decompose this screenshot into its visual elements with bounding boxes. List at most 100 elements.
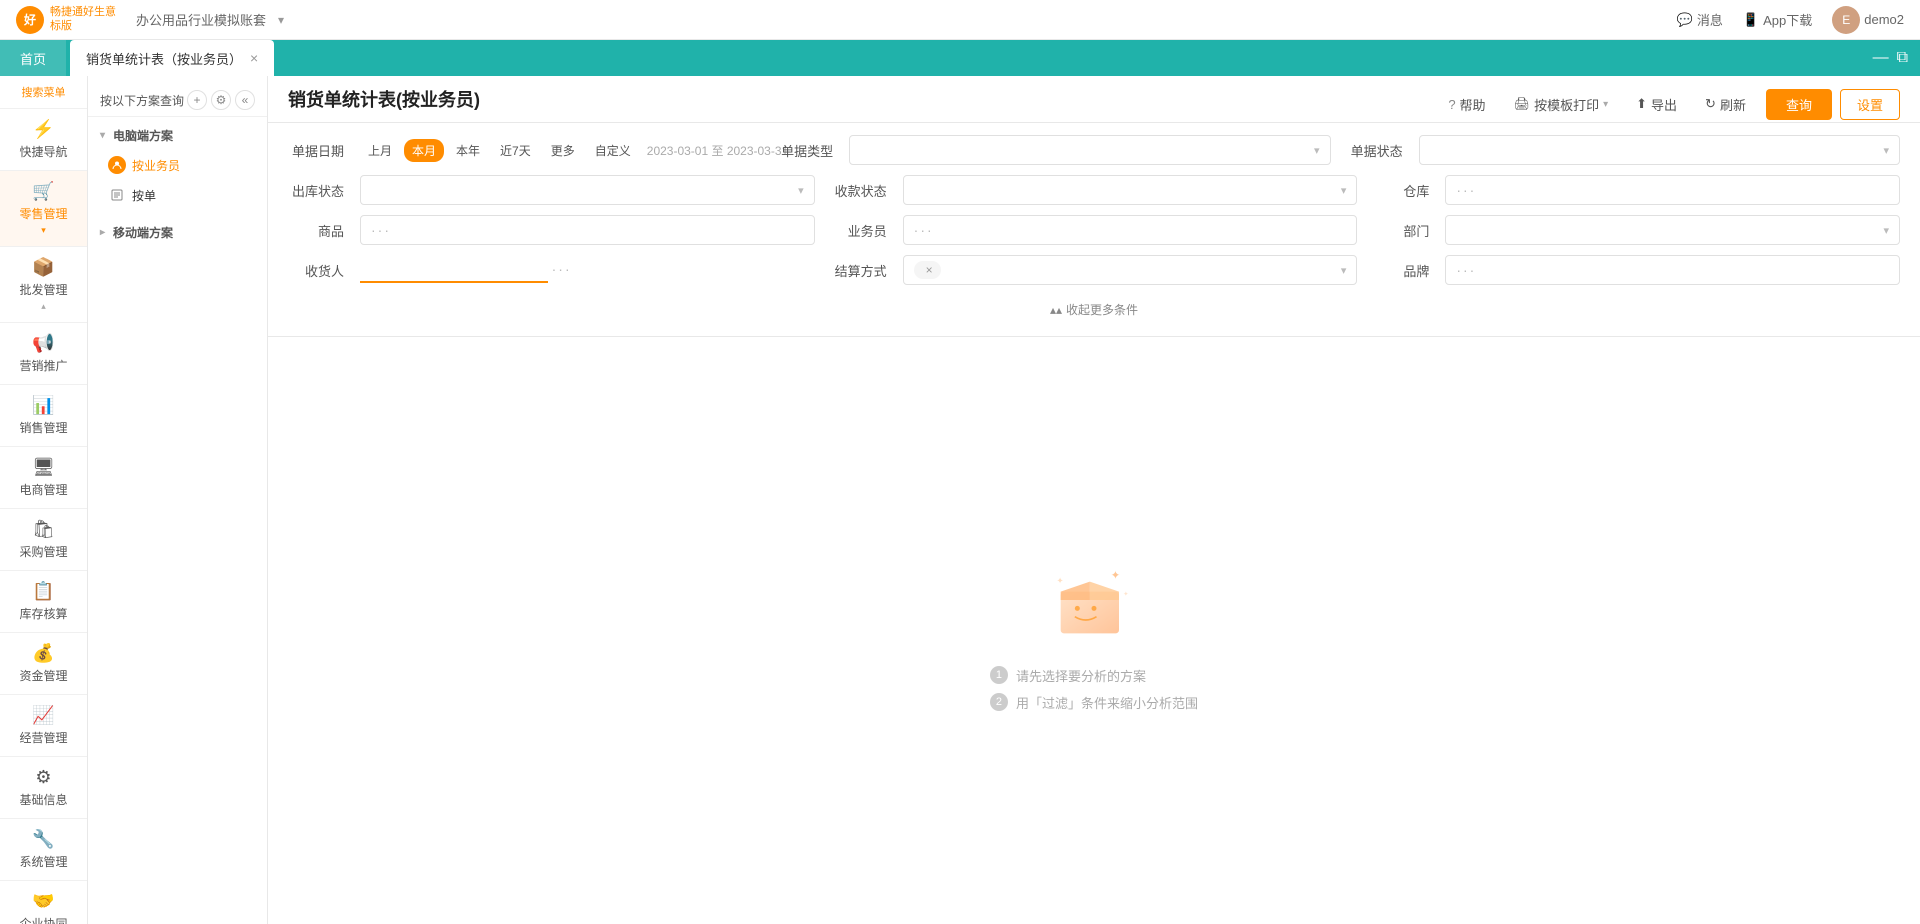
date-tab-last-month[interactable]: 上月 xyxy=(360,139,400,162)
scheme-panel-header: 按以下方案查询 + ⚙ « xyxy=(88,84,267,117)
settings-button[interactable]: 设置 xyxy=(1840,89,1900,120)
sidebar-item-sales[interactable]: 📊 销售管理 xyxy=(0,385,87,447)
sidebar-item-retail[interactable]: 🛒 零售管理 ▾ xyxy=(0,171,87,247)
main-layout: 搜索菜单 ⚡ 快捷导航 🛒 零售管理 ▾ 📦 批发管理 ▴ 📢 营销推广 📊 销… xyxy=(0,76,1920,924)
wholesale-arrow: ▴ xyxy=(41,301,46,312)
brand-dots: ··· xyxy=(1456,262,1476,278)
doc-type-select[interactable]: ▾ xyxy=(849,135,1330,165)
sidebar-item-system[interactable]: 🔧 系统管理 xyxy=(0,819,87,881)
help-button[interactable]: ? 帮助 xyxy=(1440,91,1493,118)
date-tab-more[interactable]: 更多 xyxy=(543,139,583,162)
collapse-conditions-button[interactable]: ▴▴ 收起更多条件 xyxy=(288,295,1900,324)
sidebar-item-finance[interactable]: 💰 资金管理 xyxy=(0,633,87,695)
consignee-control: ··· xyxy=(360,258,815,283)
tab-restore-button[interactable]: ⧉ xyxy=(1897,49,1908,67)
settlement-select[interactable]: × ▾ xyxy=(903,255,1358,285)
app-title: 办公用品行业模拟账套 xyxy=(136,10,266,29)
svg-text:✦: ✦ xyxy=(1111,569,1121,582)
doc-status-control: ▾ xyxy=(1419,135,1900,165)
purchase-icon: 🛍 xyxy=(32,519,55,540)
warehouse-dots: ··· xyxy=(1456,182,1476,198)
out-status-label: 出库状态 xyxy=(288,181,344,200)
dept-select[interactable]: ▾ xyxy=(1445,215,1900,245)
scheme-group-mobile-title[interactable]: ▸ 移动端方案 xyxy=(88,218,267,247)
product-dots: ··· xyxy=(371,222,391,238)
inventory-icon: 📋 xyxy=(32,581,54,602)
sidebar-item-ecommerce[interactable]: 🖥 电商管理 xyxy=(0,447,87,509)
doc-status-select[interactable]: ▾ xyxy=(1419,135,1900,165)
collapse-icon: ▴▴ xyxy=(1050,303,1062,317)
user-profile[interactable]: E demo2 xyxy=(1832,6,1904,34)
retail-icon: 🛒 xyxy=(32,181,54,202)
out-status-control: ▾ xyxy=(360,175,815,205)
tab-sales-stats[interactable]: 销货单统计表（按业务员） × xyxy=(70,40,274,76)
collect-status-arrow: ▾ xyxy=(1341,184,1347,197)
collect-status-label: 收款状态 xyxy=(831,181,887,200)
date-tabs: 上月 本月 本年 近7天 更多 自定义 2023-03-01 至 2023-03… xyxy=(360,139,788,162)
sidebar-item-marketing[interactable]: 📢 营销推广 xyxy=(0,323,87,385)
scheme-group-desktop: ▾ 电脑端方案 按业务员 按单 xyxy=(88,117,267,214)
print-button[interactable]: 🖨 按模板打印 ▾ xyxy=(1506,91,1617,118)
settlement-control: × ▾ xyxy=(903,255,1358,285)
tab-home[interactable]: 首页 xyxy=(0,40,66,76)
sidebar: 搜索菜单 ⚡ 快捷导航 🛒 零售管理 ▾ 📦 批发管理 ▴ 📢 营销推广 📊 销… xyxy=(0,76,88,924)
app-title-dropdown[interactable]: ▾ xyxy=(278,13,284,27)
topbar-left: 好 畅捷通好生意 标版 办公用品行业模拟账套 ▾ xyxy=(16,6,284,34)
warehouse-select[interactable]: ··· xyxy=(1445,175,1900,205)
print-dropdown-icon: ▾ xyxy=(1603,99,1608,110)
collect-status-select[interactable]: ▾ xyxy=(903,175,1358,205)
filter-row-3: 商品 ··· 业务员 ··· 部门 xyxy=(288,215,1900,245)
scheme-settings-button[interactable]: ⚙ xyxy=(211,90,231,110)
sidebar-search[interactable]: 搜索菜单 xyxy=(0,76,87,109)
consignee-dots[interactable]: ··· xyxy=(552,261,572,277)
staff-select[interactable]: ··· xyxy=(903,215,1358,245)
consignee-input[interactable] xyxy=(360,258,548,283)
dept-label: 部门 xyxy=(1373,221,1429,240)
topbar: 好 畅捷通好生意 标版 办公用品行业模拟账套 ▾ 💬 消息 📱 App下载 E … xyxy=(0,0,1920,40)
date-tab-this-year[interactable]: 本年 xyxy=(448,139,488,162)
message-button[interactable]: 💬 消息 xyxy=(1677,10,1723,29)
empty-tips: 1 请先选择要分析的方案 2 用「过滤」条件来缩小分析范围 xyxy=(990,666,1198,712)
date-tab-custom[interactable]: 自定义 xyxy=(587,139,639,162)
data-area: ✦ ✦ ✦ 1 请先选择要分析的方案 2 用「过滤」条件来缩小分析范围 xyxy=(268,337,1920,924)
staff-control: ··· xyxy=(903,215,1358,245)
app-download-button[interactable]: 📱 App下载 xyxy=(1743,10,1812,29)
enterprise-icon: 🤝 xyxy=(32,891,54,912)
sidebar-item-quick-nav[interactable]: ⚡ 快捷导航 xyxy=(0,109,87,171)
sidebar-item-basic[interactable]: ⚙ 基础信息 xyxy=(0,757,87,819)
query-button[interactable]: 查询 xyxy=(1766,89,1832,120)
sidebar-item-wholesale[interactable]: 📦 批发管理 ▴ xyxy=(0,247,87,323)
out-status-select[interactable]: ▾ xyxy=(360,175,815,205)
scheme-item-by-staff[interactable]: 按业务员 xyxy=(88,150,267,180)
scheme-add-button[interactable]: + xyxy=(187,90,207,110)
logo-area: 好 畅捷通好生意 标版 xyxy=(16,6,116,34)
dept-control: ▾ xyxy=(1445,215,1900,245)
empty-state: ✦ ✦ ✦ 1 请先选择要分析的方案 2 用「过滤」条件来缩小分析范围 xyxy=(990,550,1198,712)
tabbar-actions: — ⧉ xyxy=(1873,49,1920,67)
date-tab-last-7[interactable]: 近7天 xyxy=(492,139,539,162)
product-select[interactable]: ··· xyxy=(360,215,815,245)
by-staff-icon xyxy=(108,156,126,174)
page-header-actions: ? 帮助 🖨 按模板打印 ▾ ⬆ 导出 xyxy=(1440,89,1900,120)
brand-label: 品牌 xyxy=(1373,261,1429,280)
system-icon: 🔧 xyxy=(32,829,54,850)
refresh-button[interactable]: ↻ 刷新 xyxy=(1697,91,1754,118)
settlement-clear-button[interactable]: × xyxy=(926,263,933,277)
scheme-item-by-order[interactable]: 按单 xyxy=(88,180,267,210)
filter-row-4: 收货人 ··· 结算方式 × ▾ xyxy=(288,255,1900,285)
scheme-group-desktop-title[interactable]: ▾ 电脑端方案 xyxy=(88,121,267,150)
date-tab-this-month[interactable]: 本月 xyxy=(404,139,444,162)
export-button[interactable]: ⬆ 导出 xyxy=(1628,91,1685,118)
brand-select[interactable]: ··· xyxy=(1445,255,1900,285)
sidebar-item-purchase[interactable]: 🛍 采购管理 xyxy=(0,509,87,571)
consignee-label: 收货人 xyxy=(288,261,344,280)
sidebar-item-enterprise[interactable]: 🤝 企业协同 xyxy=(0,881,87,924)
sidebar-item-inventory[interactable]: 📋 库存核算 xyxy=(0,571,87,633)
tab-close-button[interactable]: × xyxy=(250,50,258,66)
page-header-top: 销货单统计表(按业务员) ? 帮助 🖨 按模板打印 ▾ xyxy=(288,86,1900,122)
scheme-collapse-button[interactable]: « xyxy=(235,90,255,110)
tab-minimize-button[interactable]: — xyxy=(1873,49,1889,67)
app-download-icon: 📱 xyxy=(1743,12,1759,28)
sidebar-item-operations[interactable]: 📈 经营管理 xyxy=(0,695,87,757)
warehouse-label: 仓库 xyxy=(1373,181,1429,200)
